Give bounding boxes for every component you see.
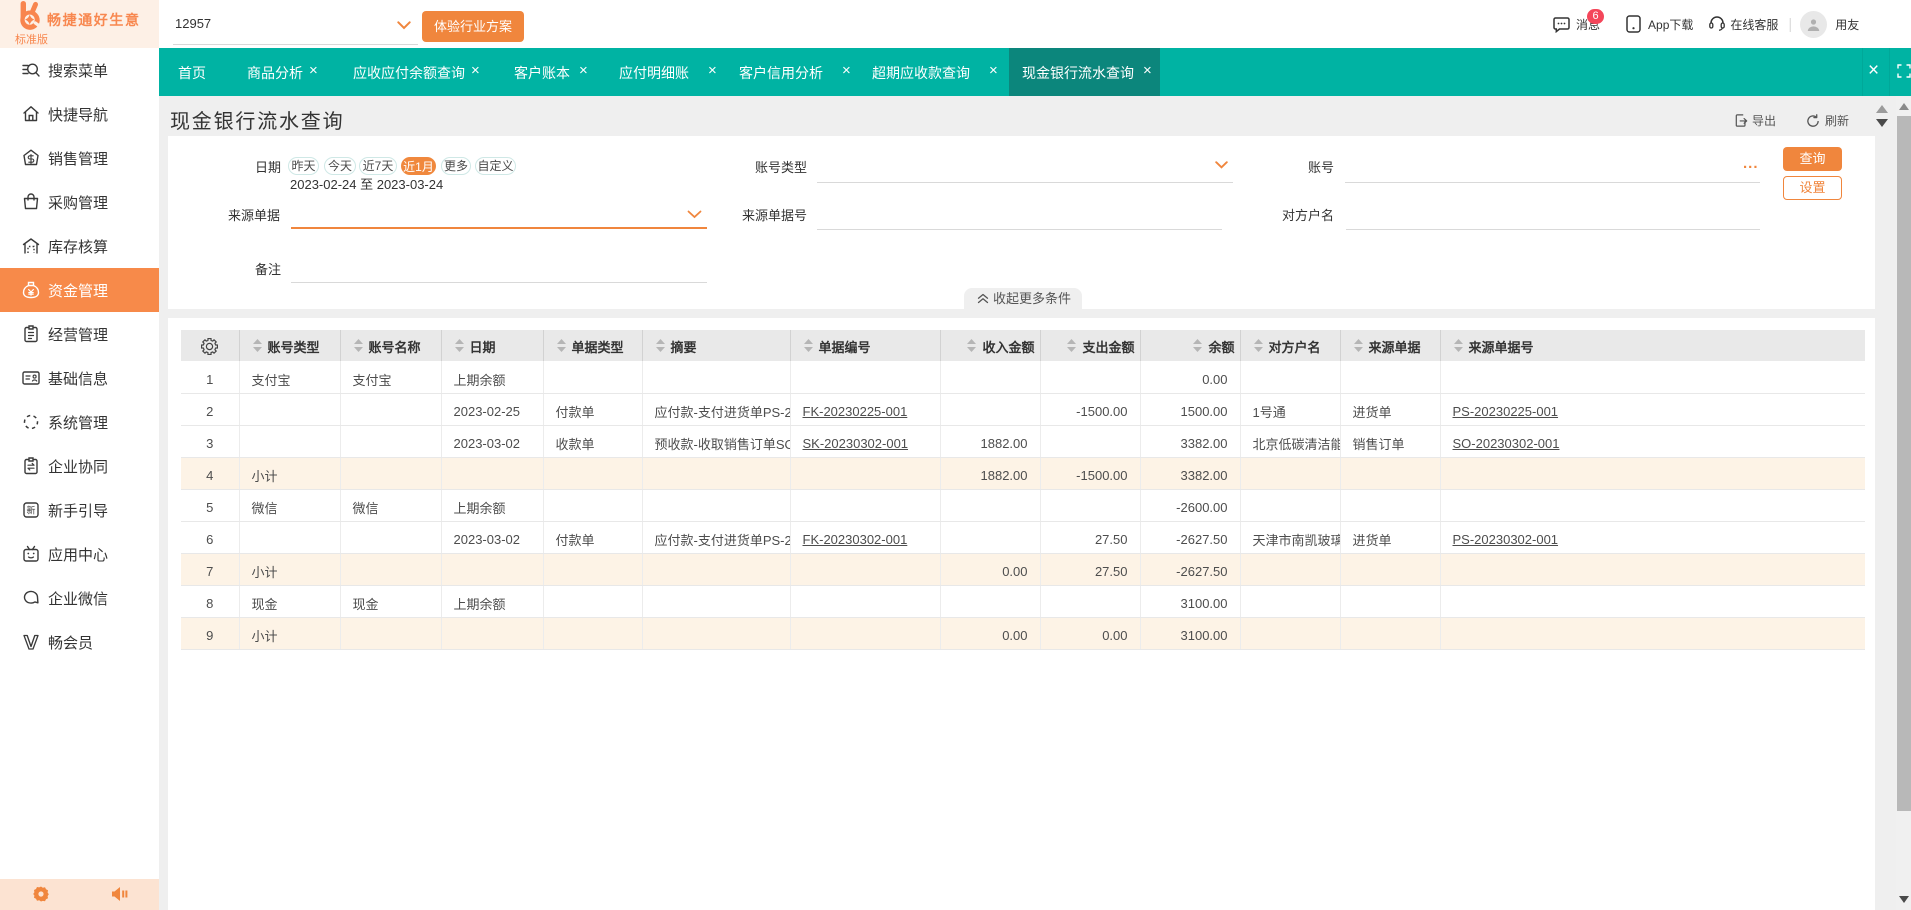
svg-text:新: 新 <box>26 504 35 515</box>
